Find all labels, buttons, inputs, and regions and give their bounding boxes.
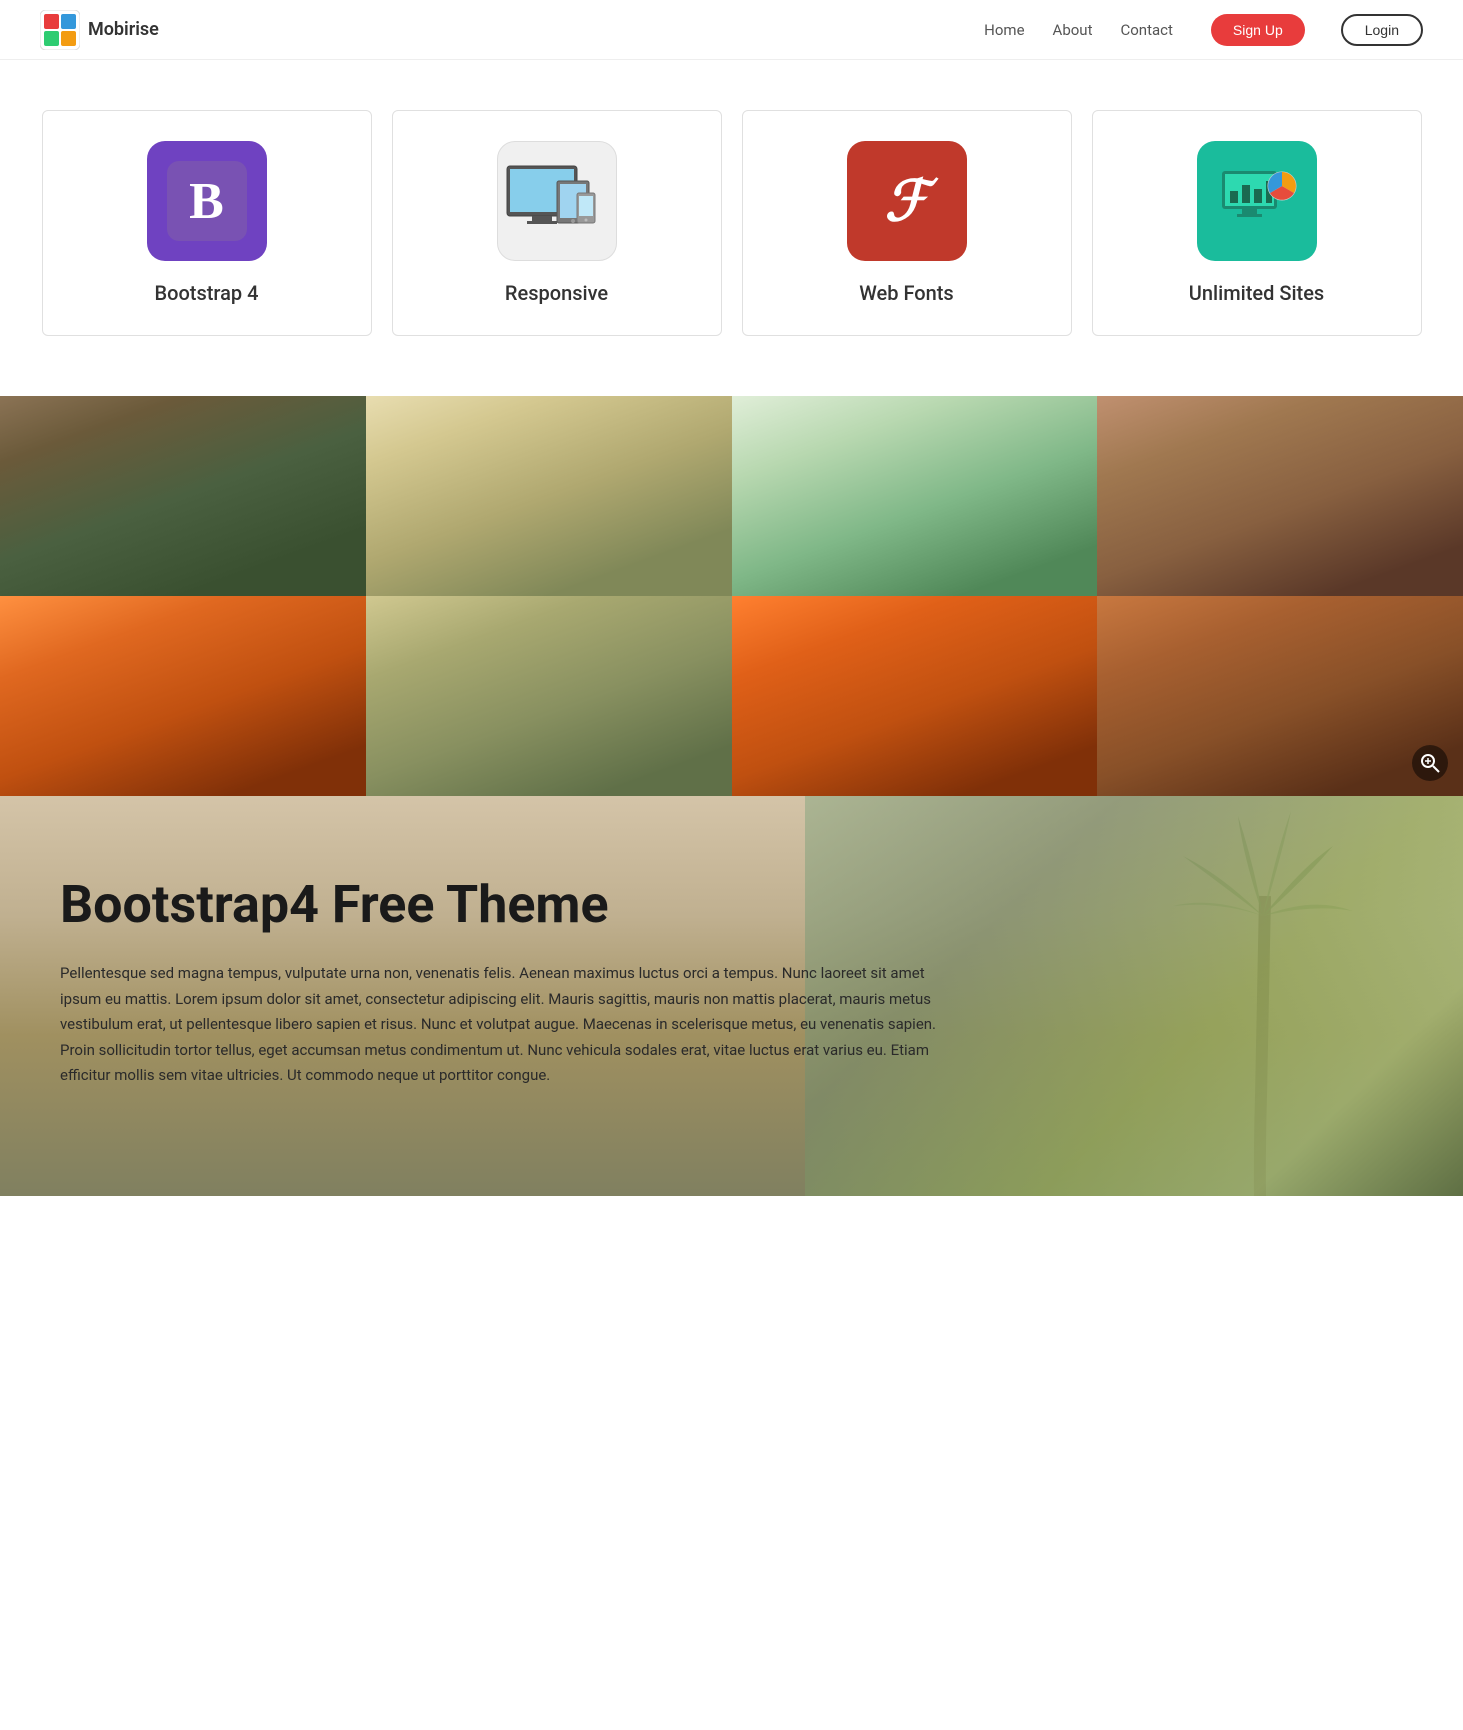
gallery-section [0, 396, 1463, 796]
navigation: Mobirise Home About Contact Sign Up Logi… [0, 0, 1463, 60]
zoom-icon[interactable] [1412, 745, 1448, 781]
gallery-cell-canyon[interactable] [1097, 596, 1463, 796]
features-grid: B Bootstrap 4 [42, 110, 1422, 336]
gallery-cell-sunset[interactable] [0, 596, 366, 796]
gallery-cell-flowers[interactable] [732, 396, 1098, 596]
brand-name: Mobirise [88, 19, 159, 40]
gallery-cell-person[interactable] [1097, 396, 1463, 596]
gallery-cell-dandelion[interactable] [366, 396, 732, 596]
responsive-devices-icon [502, 161, 612, 241]
content-title: Bootstrap4 Free Theme [60, 876, 960, 933]
gallery-cell-palms[interactable] [0, 396, 366, 596]
unlimited-icon-bg [1197, 141, 1317, 261]
brand[interactable]: Mobirise [40, 10, 159, 50]
content-inner: Bootstrap4 Free Theme Pellentesque sed m… [60, 876, 960, 1089]
unlimited-sites-icon [1212, 161, 1302, 241]
photo-couple [732, 596, 1098, 796]
login-button[interactable]: Login [1341, 14, 1423, 46]
gallery-cell-couple[interactable] [732, 596, 1098, 796]
webfonts-icon-bg: ℱ [847, 141, 967, 261]
webfonts-label: Web Fonts [859, 281, 953, 305]
features-section: B Bootstrap 4 [0, 60, 1463, 396]
webfonts-letter: ℱ [884, 169, 928, 234]
gallery-row-2 [0, 596, 1463, 796]
nav-about[interactable]: About [1053, 21, 1093, 39]
content-body: Pellentesque sed magna tempus, vulputate… [60, 961, 960, 1089]
palm-tree-decoration [1163, 796, 1363, 1196]
photo-canyon [1097, 596, 1463, 796]
signup-button[interactable]: Sign Up [1211, 14, 1305, 46]
feature-bootstrap: B Bootstrap 4 [42, 110, 372, 336]
photo-person [1097, 396, 1463, 596]
bootstrap-icon-bg: B [147, 141, 267, 261]
nav-home[interactable]: Home [984, 21, 1024, 39]
gallery-row-1 [0, 396, 1463, 596]
photo-sunset [0, 596, 366, 796]
zoom-in-icon [1420, 753, 1440, 773]
logo-icon [40, 10, 80, 50]
feature-responsive: Responsive [392, 110, 722, 336]
nav-links: Home About Contact Sign Up Login [984, 14, 1423, 46]
bootstrap-label: Bootstrap 4 [154, 281, 258, 305]
bootstrap-letter: B [167, 161, 247, 241]
responsive-icon-bg [497, 141, 617, 261]
responsive-label: Responsive [505, 281, 608, 305]
feature-unlimited: Unlimited Sites [1092, 110, 1422, 336]
photo-wedding [366, 596, 732, 796]
photo-dandelion [366, 396, 732, 596]
feature-webfonts: ℱ Web Fonts [742, 110, 1072, 336]
photo-flowers [732, 396, 1098, 596]
content-section: Bootstrap4 Free Theme Pellentesque sed m… [0, 796, 1463, 1196]
photo-palms [0, 396, 366, 596]
unlimited-label: Unlimited Sites [1189, 281, 1324, 305]
nav-contact[interactable]: Contact [1120, 21, 1172, 39]
gallery-cell-wedding[interactable] [366, 596, 732, 796]
